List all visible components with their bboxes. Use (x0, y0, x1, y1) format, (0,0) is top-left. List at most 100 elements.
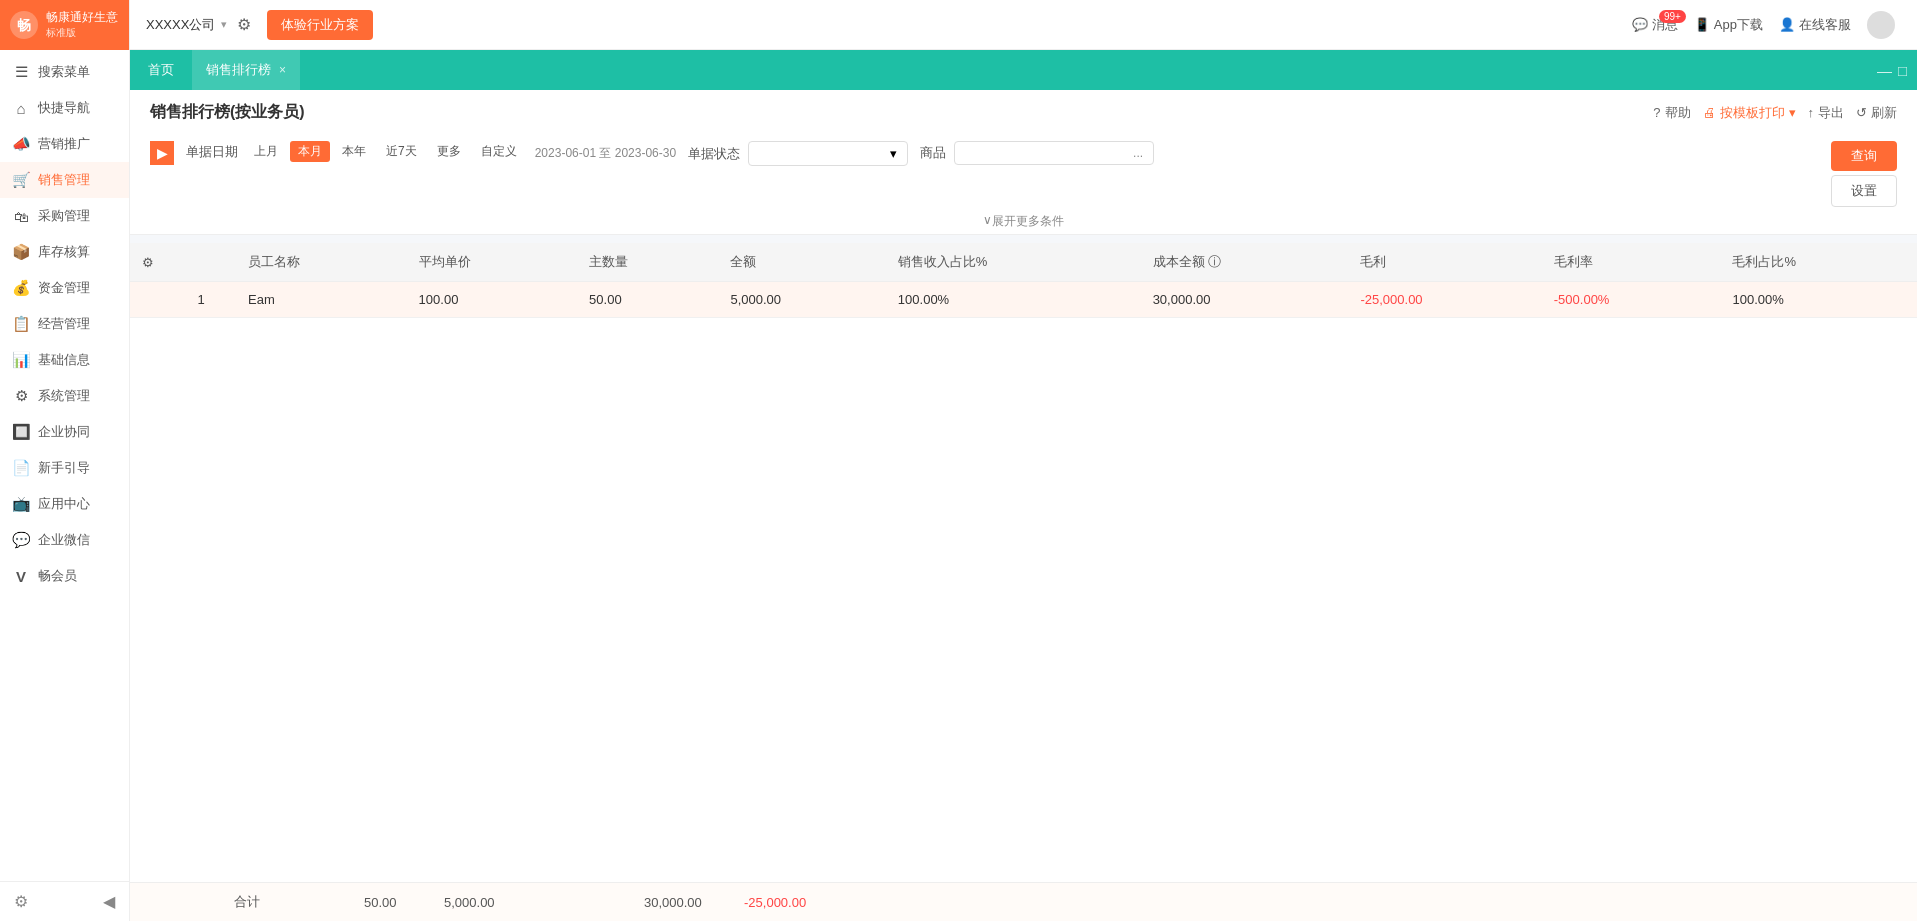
col-gross-margin[interactable]: 毛利率 (1542, 243, 1721, 282)
col-settings-header[interactable]: ⚙ (130, 243, 166, 282)
footer-cost-total: 30,000.00 (632, 895, 732, 910)
sales-icon: 🛒 (12, 171, 30, 189)
sidebar-item-label: 库存核算 (38, 243, 90, 261)
col-main-qty[interactable]: 主数量 (577, 243, 718, 282)
tab-minimize-icon[interactable]: — (1877, 62, 1892, 79)
user-profile[interactable] (1867, 11, 1901, 39)
sidebar-item-sales[interactable]: 🛒 销售管理 (0, 162, 129, 198)
company-selector[interactable]: XXXXX公司 ▾ (146, 16, 227, 34)
app-download-icon: 📱 (1694, 17, 1710, 32)
sidebar-item-guide[interactable]: 📄 新手引导 (0, 450, 129, 486)
user-avatar (1867, 11, 1895, 39)
sidebar-item-label: 营销推广 (38, 135, 90, 153)
sidebar-item-label: 资金管理 (38, 279, 90, 297)
marketing-icon: 📣 (12, 135, 30, 153)
goods-more-icon[interactable]: ... (1133, 146, 1143, 160)
expand-more-row[interactable]: ∨ 展开更多条件 (150, 207, 1897, 234)
export-button[interactable]: ↑ 导出 (1808, 104, 1845, 122)
settings-button[interactable]: 设置 (1831, 175, 1897, 207)
search-menu-icon: ☰ (12, 63, 30, 81)
tab-maximize-icon[interactable]: □ (1898, 62, 1907, 79)
page-title: 销售排行榜(按业务员) (150, 102, 305, 123)
col-avg-price[interactable]: 平均单价 (407, 243, 578, 282)
row-sales-pct: 100.00% (886, 282, 1141, 318)
company-name: XXXXX公司 (146, 16, 215, 34)
row-rank: 1 (166, 282, 236, 318)
query-button[interactable]: 查询 (1831, 141, 1897, 171)
inventory-icon: 📦 (12, 243, 30, 261)
col-gross-profit[interactable]: 毛利 (1348, 243, 1541, 282)
goods-input[interactable]: ... (954, 141, 1154, 165)
help-icon: ? (1653, 105, 1660, 120)
trial-button[interactable]: 体验行业方案 (267, 10, 373, 40)
date-opt-this-month[interactable]: 本月 (290, 141, 330, 162)
date-opt-last-month[interactable]: 上月 (246, 141, 286, 162)
col-cost-total[interactable]: 成本全额 ⓘ (1141, 243, 1349, 282)
row-settings-cell (130, 282, 166, 318)
sidebar-item-basicinfo[interactable]: 📊 基础信息 (0, 342, 129, 378)
filter-date-group: 单据日期 上月 本月 本年 近7天 更多 自定义 2023-06-01 至 20… (186, 141, 676, 162)
logo-sub: 标准版 (46, 26, 118, 40)
sidebar-item-label: 搜索菜单 (38, 63, 90, 81)
home-icon: ⌂ (12, 99, 30, 117)
tab-sales-ranking[interactable]: 销售排行榜 × (192, 50, 300, 90)
expand-more-label: 展开更多条件 (992, 213, 1064, 230)
date-opt-custom[interactable]: 自定义 (473, 141, 525, 162)
sidebar-item-member[interactable]: V 畅会员 (0, 558, 129, 594)
table-footer: 合计 50.00 5,000.00 30,000.00 -25,000.00 (130, 882, 1917, 921)
app-download[interactable]: 📱 App下载 (1694, 16, 1763, 34)
operations-icon: 📋 (12, 315, 30, 333)
sidebar: 畅 畅康通好生意 标准版 ☰ 搜索菜单 ⌂ 快捷导航 📣 营销推广 🛒 销售管理… (0, 0, 130, 921)
filter-expand-button[interactable]: ▶ (150, 141, 174, 165)
sidebar-item-collab[interactable]: 🔲 企业协同 (0, 414, 129, 450)
sidebar-item-label: 企业微信 (38, 531, 90, 549)
goods-filter-label: 商品 (920, 144, 946, 162)
sidebar-item-system[interactable]: ⚙ 系统管理 (0, 378, 129, 414)
col-employee-name[interactable]: 员工名称 (236, 243, 407, 282)
date-filter-label: 单据日期 (186, 143, 238, 161)
message-badge[interactable]: 💬 消息 99+ (1632, 16, 1678, 34)
sidebar-item-appcenter[interactable]: 📺 应用中心 (0, 486, 129, 522)
online-service[interactable]: 👤 在线客服 (1779, 16, 1851, 34)
col-gross-pct[interactable]: 毛利占比% (1720, 243, 1917, 282)
sidebar-item-purchase[interactable]: 🛍 采购管理 (0, 198, 129, 234)
app-download-label: App下载 (1714, 16, 1763, 34)
sidebar-item-inventory[interactable]: 📦 库存核算 (0, 234, 129, 270)
date-opt-this-year[interactable]: 本年 (334, 141, 374, 162)
date-range-display: 2023-06-01 至 2023-06-30 (535, 145, 676, 162)
tab-home[interactable]: 首页 (130, 50, 192, 90)
system-icon: ⚙ (12, 387, 30, 405)
date-opt-more[interactable]: 更多 (429, 141, 469, 162)
refresh-button[interactable]: ↺ 刷新 (1856, 104, 1897, 122)
status-filter-label: 单据状态 (688, 145, 740, 163)
logo-icon: 畅 (8, 9, 40, 41)
sidebar-settings-icon[interactable]: ⚙ (14, 892, 28, 911)
sidebar-collapse-icon[interactable]: ◀ (103, 892, 115, 911)
date-opt-7days[interactable]: 近7天 (378, 141, 425, 162)
footer-main-qty: 50.00 (352, 895, 432, 910)
sidebar-item-operations[interactable]: 📋 经营管理 (0, 306, 129, 342)
collab-icon: 🔲 (12, 423, 30, 441)
footer-total: 5,000.00 (432, 895, 532, 910)
expand-down-icon: ∨ (983, 213, 992, 230)
col-sales-pct[interactable]: 销售收入占比% (886, 243, 1141, 282)
sidebar-item-wechat[interactable]: 💬 企业微信 (0, 522, 129, 558)
table-section: ⚙ 员工名称 平均单价 主数量 全额 (130, 243, 1917, 882)
topbar-settings-icon[interactable]: ⚙ (237, 15, 251, 34)
sidebar-item-finance[interactable]: 💰 资金管理 (0, 270, 129, 306)
sidebar-item-marketing[interactable]: 📣 营销推广 (0, 126, 129, 162)
footer-total-label: 合计 (222, 893, 272, 911)
print-button[interactable]: 🖨 按模板打印 ▾ (1703, 104, 1796, 122)
page-content: 销售排行榜(按业务员) ? 帮助 🖨 按模板打印 ▾ ↑ 导出 ↺ 刷新 (130, 90, 1917, 921)
sidebar-item-quicknav[interactable]: ⌂ 快捷导航 (0, 90, 129, 126)
row-gross-margin: -500.00% (1542, 282, 1721, 318)
help-button[interactable]: ? 帮助 (1653, 104, 1690, 122)
footer-gross-profit: -25,000.00 (732, 895, 832, 910)
col-total[interactable]: 全额 (718, 243, 885, 282)
status-select[interactable]: ▾ (748, 141, 908, 166)
tab-close-icon[interactable]: × (279, 63, 286, 77)
filter-bar: ▶ 单据日期 上月 本月 本年 近7天 更多 自定义 2023-06-01 至 … (130, 131, 1917, 235)
sidebar-item-label: 新手引导 (38, 459, 90, 477)
date-options: 上月 本月 本年 近7天 更多 自定义 (246, 141, 525, 162)
sidebar-item-search[interactable]: ☰ 搜索菜单 (0, 54, 129, 90)
